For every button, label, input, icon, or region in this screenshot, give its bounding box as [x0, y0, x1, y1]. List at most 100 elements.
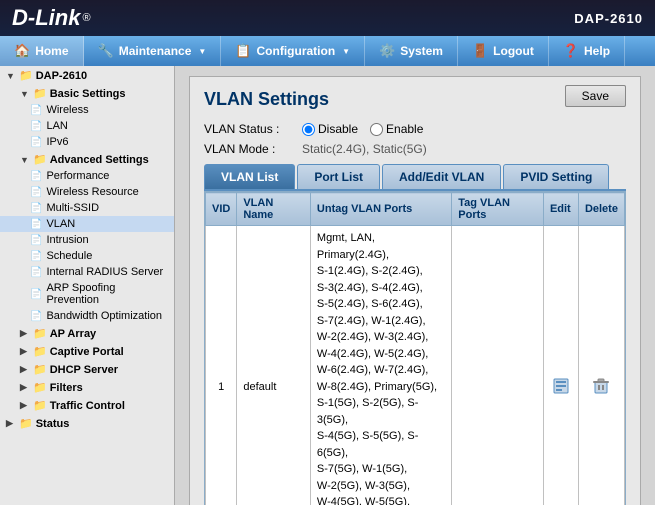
sidebar-item-performance[interactable]: 📄 Performance [0, 168, 174, 184]
sidebar-item-bandwidth[interactable]: 📄 Bandwidth Optimization [0, 308, 174, 324]
nav-help[interactable]: ❓ Help [549, 36, 625, 66]
page-icon: 📄 [30, 121, 42, 132]
sidebar-item-ipv6[interactable]: 📄 IPv6 [0, 134, 174, 150]
sidebar-item-label: Traffic Control [50, 400, 125, 412]
vlan-mode-value: Static(2.4G), Static(5G) [302, 142, 427, 156]
col-delete: Delete [578, 193, 624, 226]
page-icon: 📄 [30, 267, 42, 278]
sidebar-item-captive-portal[interactable]: ▶ 📁 Captive Portal [0, 342, 174, 360]
nav-home[interactable]: 🏠 Home [0, 36, 84, 66]
help-icon: ❓ [563, 43, 579, 59]
page-icon: 📄 [30, 251, 42, 262]
folder-icon: 📁 [33, 153, 47, 166]
sidebar-item-lan[interactable]: 📄 LAN [0, 118, 174, 134]
col-edit: Edit [543, 193, 578, 226]
folder-icon: 📁 [33, 345, 47, 358]
sidebar-item-ap-array[interactable]: ▶ 📁 AP Array [0, 324, 174, 342]
page-icon: 📄 [30, 289, 42, 300]
sidebar-item-label: Filters [50, 382, 83, 394]
sidebar-item-label: Advanced Settings [50, 154, 149, 166]
vlan-enable-radio[interactable] [370, 123, 383, 136]
nav-configuration[interactable]: 📋 Configuration ▼ [221, 36, 365, 66]
sidebar-item-label: Status [36, 418, 70, 430]
sidebar-item-label: DHCP Server [50, 364, 118, 376]
sidebar-item-label: Captive Portal [50, 346, 124, 358]
page-icon: 📄 [30, 235, 42, 246]
vlan-disable-radio[interactable] [302, 123, 315, 136]
expand-icon: ▼ [20, 155, 30, 165]
cell-delete [578, 226, 624, 505]
folder-icon: 📁 [19, 69, 33, 82]
vlan-table-container: VID VLAN Name Untag VLAN Ports Tag VLAN … [204, 191, 626, 505]
page-icon: 📄 [30, 105, 42, 116]
vlan-status-label: VLAN Status : [204, 122, 294, 136]
vlan-disable-option[interactable]: Disable [302, 122, 358, 136]
sidebar-item-label: AP Array [50, 328, 96, 340]
vlan-enable-option[interactable]: Enable [370, 122, 423, 136]
col-vid: VID [206, 193, 237, 226]
tab-pvid-setting[interactable]: PVID Setting [503, 164, 609, 189]
sidebar-item-vlan[interactable]: 📄 VLAN [0, 216, 174, 232]
page-icon: 📄 [30, 187, 42, 198]
sidebar-item-traffic-control[interactable]: ▶ 📁 Traffic Control [0, 396, 174, 414]
edit-icon [552, 377, 570, 395]
col-untag-ports: Untag VLAN Ports [310, 193, 451, 226]
delete-button[interactable] [591, 376, 611, 396]
sidebar-item-schedule[interactable]: 📄 Schedule [0, 248, 174, 264]
nav-system[interactable]: ⚙️ System [365, 36, 458, 66]
save-button[interactable]: Save [565, 85, 626, 107]
main-layout: ▼ 📁 DAP-2610 ▼ 📁 Basic Settings 📄 Wirele… [0, 66, 655, 505]
cell-untag-ports: Mgmt, LAN, Primary(2.4G), S-1(2.4G), S-2… [310, 226, 451, 505]
sidebar-item-intrusion[interactable]: 📄 Intrusion [0, 232, 174, 248]
sidebar-item-wireless[interactable]: 📄 Wireless [0, 102, 174, 118]
col-tag-ports: Tag VLAN Ports [452, 193, 544, 226]
sidebar-item-label: Bandwidth Optimization [46, 310, 162, 322]
delete-icon [592, 377, 610, 395]
expand-icon: ▶ [20, 346, 30, 357]
vlan-table: VID VLAN Name Untag VLAN Ports Tag VLAN … [205, 192, 625, 505]
home-icon: 🏠 [14, 43, 30, 59]
sidebar-item-wireless-resource[interactable]: 📄 Wireless Resource [0, 184, 174, 200]
sidebar-item-advanced-settings[interactable]: ▼ 📁 Advanced Settings [0, 150, 174, 168]
cell-vid: 1 [206, 226, 237, 505]
page-icon: 📄 [30, 203, 42, 214]
sidebar: ▼ 📁 DAP-2610 ▼ 📁 Basic Settings 📄 Wirele… [0, 66, 175, 505]
vlan-status-radio-group: Disable Enable [302, 122, 423, 136]
expand-icon: ▼ [20, 89, 30, 99]
edit-button[interactable] [551, 376, 571, 396]
sidebar-item-dap2610[interactable]: ▼ 📁 DAP-2610 [0, 66, 174, 84]
sidebar-item-filters[interactable]: ▶ 📁 Filters [0, 378, 174, 396]
sidebar-item-label: Basic Settings [50, 88, 126, 100]
folder-icon: 📁 [33, 363, 47, 376]
expand-icon: ▶ [20, 364, 30, 375]
nav-logout[interactable]: 🚪 Logout [458, 36, 549, 66]
tab-vlan-list[interactable]: VLAN List [204, 164, 295, 189]
col-vlan-name: VLAN Name [237, 193, 311, 226]
sidebar-item-label: Wireless [46, 104, 88, 116]
sidebar-item-arp-spoofing[interactable]: 📄 ARP Spoofing Prevention [0, 280, 174, 308]
sidebar-item-status[interactable]: ▶ 📁 Status [0, 414, 174, 432]
tab-port-list[interactable]: Port List [297, 164, 380, 189]
sidebar-item-label: Wireless Resource [46, 186, 138, 198]
expand-icon: ▼ [6, 71, 16, 81]
configuration-arrow-icon: ▼ [342, 47, 350, 56]
sidebar-item-label: ARP Spoofing Prevention [46, 282, 168, 306]
tab-add-edit-vlan[interactable]: Add/Edit VLAN [382, 164, 501, 189]
sidebar-item-dhcp-server[interactable]: ▶ 📁 DHCP Server [0, 360, 174, 378]
navbar: 🏠 Home 🔧 Maintenance ▼ 📋 Configuration ▼… [0, 36, 655, 66]
header: D-Link ® DAP-2610 [0, 0, 655, 36]
cell-edit [543, 226, 578, 505]
sidebar-item-label: IPv6 [46, 136, 68, 148]
maintenance-icon: 🔧 [98, 43, 114, 59]
expand-icon: ▶ [20, 328, 30, 339]
sidebar-item-multi-ssid[interactable]: 📄 Multi-SSID [0, 200, 174, 216]
nav-maintenance[interactable]: 🔧 Maintenance ▼ [84, 36, 222, 66]
tabs-bar: VLAN List Port List Add/Edit VLAN PVID S… [204, 164, 626, 191]
folder-icon: 📁 [33, 327, 47, 340]
logout-icon: 🚪 [472, 43, 488, 59]
vlan-status-row: VLAN Status : Disable Enable [204, 122, 626, 136]
sidebar-item-internal-radius[interactable]: 📄 Internal RADIUS Server [0, 264, 174, 280]
expand-icon: ▶ [20, 382, 30, 393]
sidebar-item-basic-settings[interactable]: ▼ 📁 Basic Settings [0, 84, 174, 102]
folder-icon: 📁 [33, 381, 47, 394]
